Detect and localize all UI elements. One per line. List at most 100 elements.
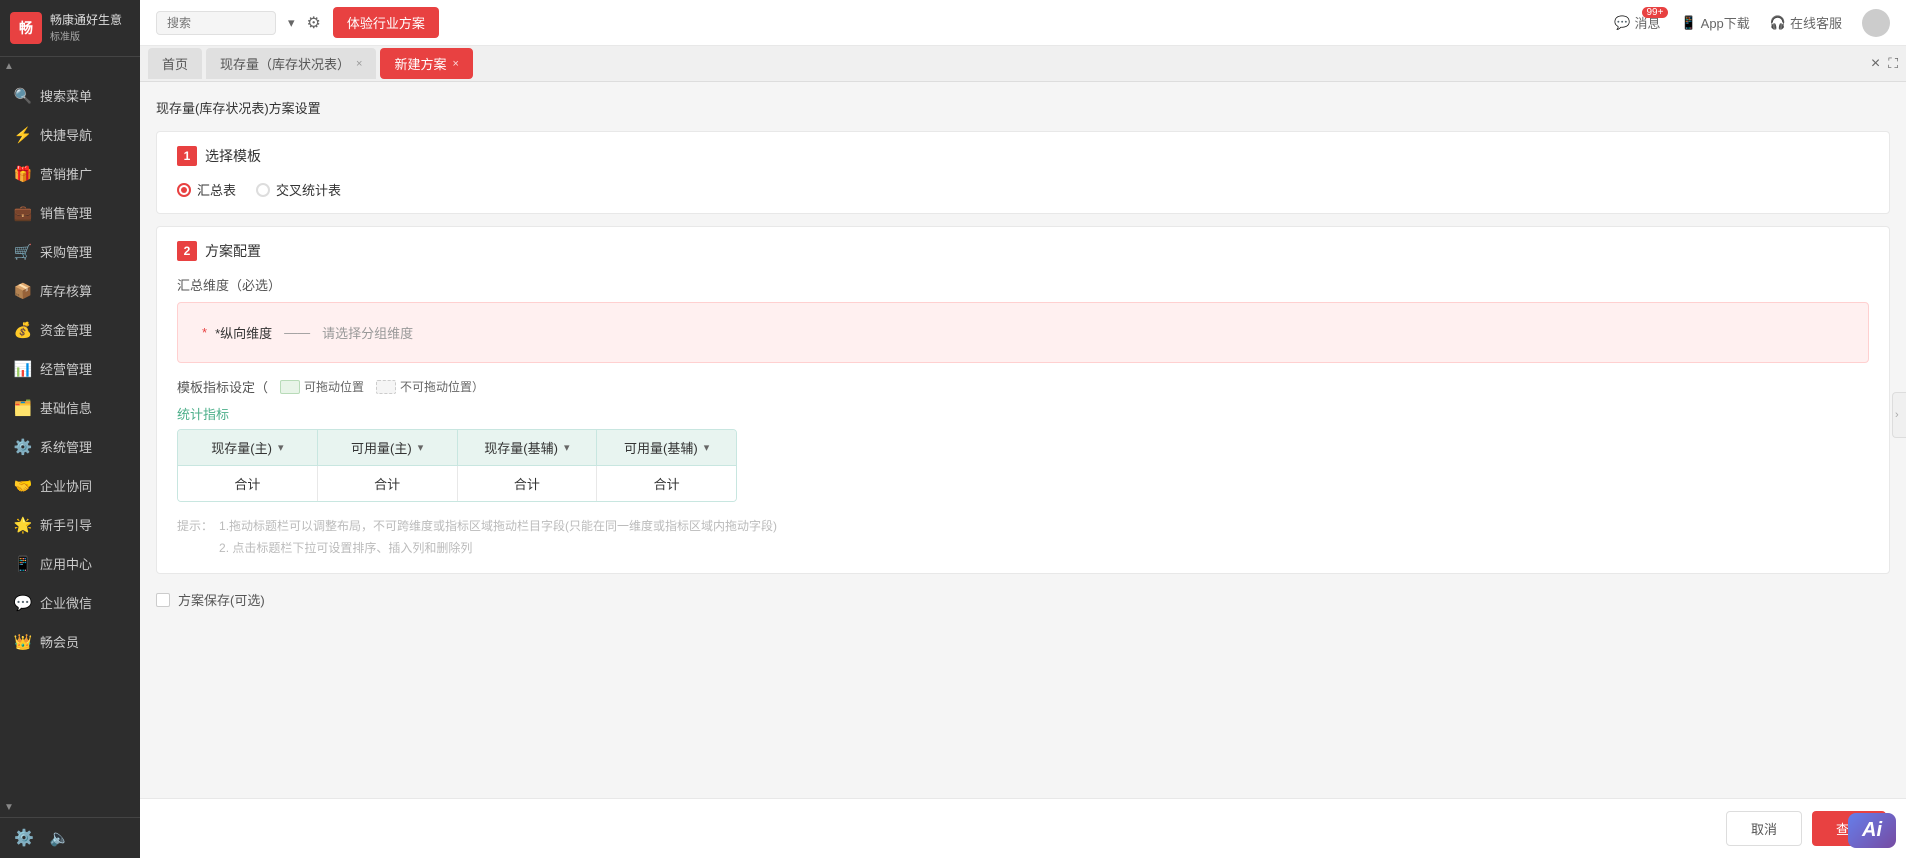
panel-close-icon[interactable]: × bbox=[1871, 55, 1880, 73]
ai-badge[interactable]: Ai bbox=[1848, 813, 1896, 848]
sidebar-item-inventory[interactable]: 📦 库存核算 bbox=[0, 271, 140, 310]
tab-new-scheme-close[interactable]: × bbox=[452, 58, 458, 70]
sidebar-item-search-menu[interactable]: 🔍 搜索菜单 bbox=[0, 76, 140, 115]
sidebar-item-member[interactable]: 👑 畅会员 bbox=[0, 622, 140, 661]
sidebar-item-label: 畅会员 bbox=[40, 632, 79, 651]
stats-col-3[interactable]: 可用量(基辅) ▾ bbox=[597, 430, 736, 465]
save-checkbox[interactable] bbox=[156, 593, 170, 607]
step1-section: 1 选择模板 汇总表 交叉统计表 bbox=[157, 132, 1889, 213]
radio-summary-label: 汇总表 bbox=[197, 180, 236, 199]
sidebar-item-system[interactable]: ⚙️ 系统管理 bbox=[0, 427, 140, 466]
dropdown-button[interactable]: ▾ bbox=[288, 15, 295, 31]
sidebar-item-purchase[interactable]: 🛒 采购管理 bbox=[0, 232, 140, 271]
app-edition: 标准版 bbox=[50, 28, 122, 43]
col-1-arrow: ▾ bbox=[418, 441, 424, 454]
stats-col-2-label: 现存量(基辅) bbox=[484, 438, 558, 457]
stats-table-body: 合计 合计 合计 合计 bbox=[178, 465, 736, 501]
step2-card: 2 方案配置 汇总维度（必选） * *纵向维度 —— 请选择分组维度 模板指标设… bbox=[156, 226, 1890, 574]
stats-cell-1: 合计 bbox=[318, 466, 458, 501]
sidebar-nav: 🔍 搜索菜单 ⚡ 快捷导航 🎁 营销推广 💼 销售管理 🛒 采购管理 📦 库存核… bbox=[0, 76, 140, 798]
app-download-button[interactable]: 📱 App下载 bbox=[1680, 13, 1749, 32]
radio-summary[interactable]: 汇总表 bbox=[177, 180, 236, 199]
sidebar-item-label: 库存核算 bbox=[40, 281, 92, 300]
tab-new-scheme[interactable]: 新建方案 × bbox=[380, 48, 472, 79]
topbar-right: 💬 消息 99+ 📱 App下载 🎧 在线客服 bbox=[1614, 9, 1890, 37]
sidebar-item-label: 应用中心 bbox=[40, 554, 92, 573]
stats-table-header: 现存量(主) ▾ 可用量(主) ▾ 现存量(基辅) ▾ 可用量(基辅) bbox=[178, 430, 736, 465]
cancel-button[interactable]: 取消 bbox=[1726, 811, 1802, 846]
stats-col-1[interactable]: 可用量(主) ▾ bbox=[318, 430, 458, 465]
sidebar-item-sales[interactable]: 💼 销售管理 bbox=[0, 193, 140, 232]
purchase-icon: 🛒 bbox=[14, 243, 32, 261]
step1-card: 1 选择模板 汇总表 交叉统计表 bbox=[156, 131, 1890, 214]
dim-placeholder[interactable]: 请选择分组维度 bbox=[322, 323, 413, 342]
sidebar-item-quick-nav[interactable]: ⚡ 快捷导航 bbox=[0, 115, 140, 154]
dimension-row: * *纵向维度 —— 请选择分组维度 bbox=[202, 323, 1844, 342]
search-menu-icon: 🔍 bbox=[14, 87, 32, 105]
settings-bottom-icon[interactable]: ⚙️ bbox=[14, 828, 34, 848]
col-3-arrow: ▾ bbox=[704, 441, 710, 454]
sidebar-item-base-info[interactable]: 🗂️ 基础信息 bbox=[0, 388, 140, 427]
right-expand-handle[interactable]: › bbox=[1892, 392, 1906, 438]
quick-nav-icon: ⚡ bbox=[14, 126, 32, 144]
stats-title: 统计指标 bbox=[177, 404, 1869, 423]
step2-header: 2 方案配置 bbox=[177, 241, 1869, 261]
sidebar-item-app-center[interactable]: 📱 应用中心 bbox=[0, 544, 140, 583]
sidebar-item-label: 基础信息 bbox=[40, 398, 92, 417]
message-icon: 💬 bbox=[1614, 15, 1630, 31]
tip-item-1: 提示： 2. 点击标题栏下拉可设置排序、插入列和删除列 bbox=[177, 538, 1869, 560]
radio-crosstab[interactable]: 交叉统计表 bbox=[256, 180, 341, 199]
service-button[interactable]: 🎧 在线客服 bbox=[1770, 13, 1842, 32]
tips-section: 提示： 1.拖动标题栏可以调整布局，不可跨维度或指标区域拖动栏目字段(只能在同一… bbox=[177, 516, 1869, 559]
sidebar-item-label: 新手引导 bbox=[40, 515, 92, 534]
tab-home[interactable]: 首页 bbox=[148, 48, 202, 79]
stats-col-2[interactable]: 现存量(基辅) ▾ bbox=[458, 430, 598, 465]
template-radio-group: 汇总表 交叉统计表 bbox=[177, 180, 1869, 199]
indicator-settings-label: 模板指标设定（ 可拖动位置 不可拖动位置） bbox=[177, 377, 1869, 396]
panel-expand-icon[interactable]: ⛶ bbox=[1888, 55, 1898, 72]
stats-cell-0: 合计 bbox=[178, 466, 318, 501]
sidebar-item-corp[interactable]: 🤝 企业协同 bbox=[0, 466, 140, 505]
tab-inventory-close[interactable]: × bbox=[356, 58, 362, 70]
sidebar-item-label: 采购管理 bbox=[40, 242, 92, 261]
sidebar-item-newbie[interactable]: 🌟 新手引导 bbox=[0, 505, 140, 544]
radio-crosstab-circle bbox=[256, 183, 270, 197]
user-avatar[interactable] bbox=[1862, 9, 1890, 37]
app-name: 畅康通好生意 bbox=[50, 13, 122, 29]
tip-item-0: 提示： 1.拖动标题栏可以调整布局，不可跨维度或指标区域拖动栏目字段(只能在同一… bbox=[177, 516, 1869, 538]
stats-cell-3: 合计 bbox=[597, 466, 736, 501]
tab-inventory-label: 现存量（库存状况表） bbox=[220, 54, 350, 73]
sidebar-item-finance[interactable]: 💰 资金管理 bbox=[0, 310, 140, 349]
sidebar-item-wechat[interactable]: 💬 企业微信 bbox=[0, 583, 140, 622]
gear-icon[interactable]: ⚙ bbox=[307, 13, 321, 33]
industry-btn[interactable]: 体验行业方案 bbox=[333, 7, 439, 38]
speaker-bottom-icon[interactable]: 🔈 bbox=[50, 828, 70, 848]
vertical-dim-label: *纵向维度 bbox=[215, 323, 272, 342]
message-button[interactable]: 💬 消息 99+ bbox=[1614, 13, 1660, 32]
step1-number: 1 bbox=[177, 146, 197, 166]
search-input[interactable] bbox=[156, 11, 276, 35]
sidebar-bottom: ⚙️ 🔈 bbox=[0, 817, 140, 858]
sidebar-item-marketing[interactable]: 🎁 营销推广 bbox=[0, 154, 140, 193]
logo-icon: 畅 bbox=[10, 12, 42, 44]
stats-col-0[interactable]: 现存量(主) ▾ bbox=[178, 430, 318, 465]
sidebar-item-label: 企业微信 bbox=[40, 593, 92, 612]
headset-icon: 🎧 bbox=[1770, 15, 1786, 31]
sidebar-item-label: 搜索菜单 bbox=[40, 86, 92, 105]
scroll-up-arrow[interactable]: ▲ bbox=[0, 57, 140, 76]
scroll-down-arrow[interactable]: ▼ bbox=[0, 798, 140, 817]
stats-table: 现存量(主) ▾ 可用量(主) ▾ 现存量(基辅) ▾ 可用量(基辅) bbox=[177, 429, 737, 502]
marketing-icon: 🎁 bbox=[14, 165, 32, 183]
tab-new-scheme-label: 新建方案 bbox=[394, 54, 446, 73]
sidebar-item-label: 快捷导航 bbox=[40, 125, 92, 144]
sidebar-item-operations[interactable]: 📊 经营管理 bbox=[0, 349, 140, 388]
draggable-badge: 可拖动位置 bbox=[280, 378, 364, 395]
dimension-label: 汇总维度（必选） bbox=[177, 275, 1869, 294]
app-center-icon: 📱 bbox=[14, 555, 32, 573]
page-title: 现存量(库存状况表)方案设置 bbox=[156, 98, 1890, 117]
col-2-arrow: ▾ bbox=[564, 441, 570, 454]
sidebar-item-label: 系统管理 bbox=[40, 437, 92, 456]
stats-col-1-label: 可用量(主) bbox=[351, 438, 412, 457]
tab-inventory-status[interactable]: 现存量（库存状况表） × bbox=[206, 48, 376, 79]
wechat-icon: 💬 bbox=[14, 594, 32, 612]
